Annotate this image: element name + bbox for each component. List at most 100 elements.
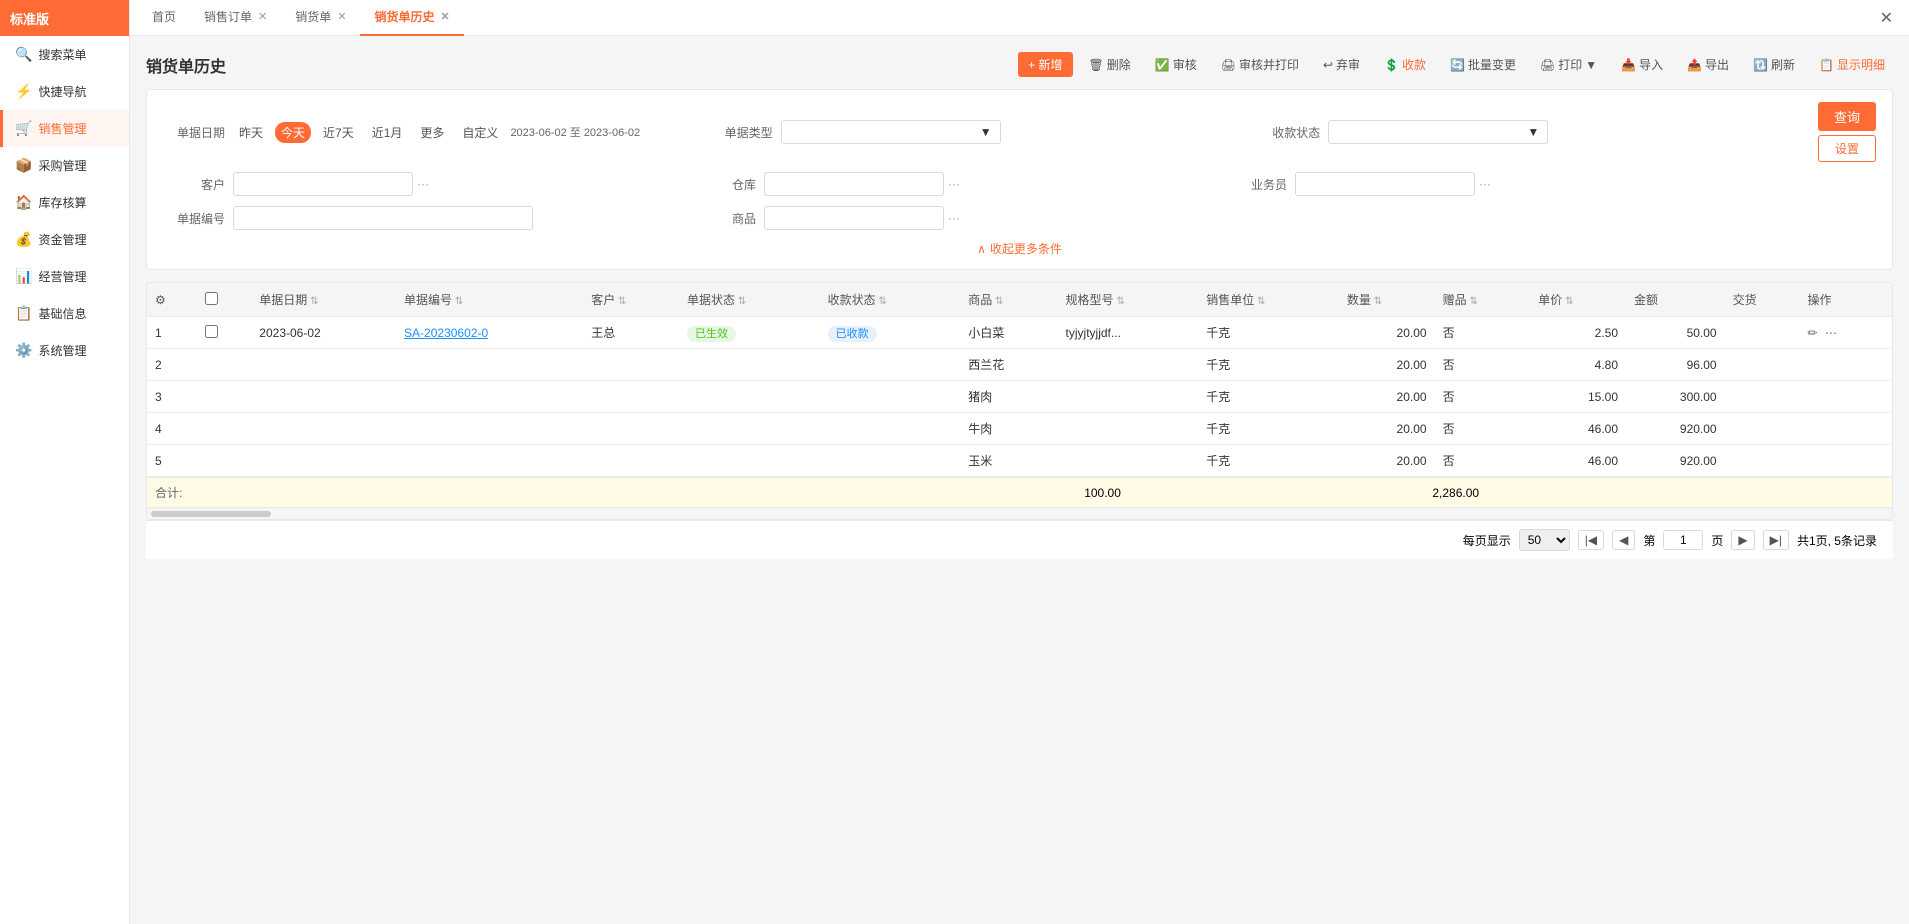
col-goods[interactable]: 商品: [960, 283, 1057, 317]
salesman-label: 业务员: [1225, 176, 1295, 193]
goods-input[interactable]: [764, 206, 944, 230]
col-qty[interactable]: 数量: [1339, 283, 1435, 317]
tab-sales-goods[interactable]: 销货单 ✕: [281, 0, 360, 36]
cell-collect-status: [820, 381, 961, 413]
cell-amount: 50.00: [1626, 317, 1725, 349]
sidebar-item-inventory[interactable]: 🏠 库存核算: [0, 184, 129, 221]
collect-status-select[interactable]: ▼: [1328, 120, 1548, 144]
date-7days[interactable]: 近7天: [317, 122, 360, 143]
refresh-icon: 🔃: [1753, 58, 1768, 72]
col-settings[interactable]: ⚙: [147, 283, 197, 317]
warehouse-label: 仓库: [694, 176, 764, 193]
cell-amount: 96.00: [1626, 349, 1725, 381]
date-today[interactable]: 今天: [275, 122, 311, 143]
goods-dots[interactable]: ···: [948, 211, 960, 225]
horizontal-scrollbar[interactable]: [147, 507, 1892, 519]
print-button[interactable]: 🖨 打印 ▼: [1532, 52, 1605, 77]
warehouse-input[interactable]: [764, 172, 944, 196]
col-spec[interactable]: 规格型号: [1058, 283, 1199, 317]
date-custom[interactable]: 自定义: [456, 122, 504, 143]
doc-no-input[interactable]: [233, 206, 533, 230]
export-button[interactable]: 📤 导出: [1679, 52, 1737, 77]
show-detail-icon: 📋: [1819, 58, 1834, 72]
query-button[interactable]: 查询: [1818, 102, 1876, 131]
prev-page-button[interactable]: ◀: [1612, 530, 1635, 550]
audit-button[interactable]: ✅ 审核: [1147, 52, 1205, 77]
tab-sales-history[interactable]: 销货单历史 ✕: [360, 0, 463, 36]
col-gift[interactable]: 赠品: [1435, 283, 1531, 317]
salesman-input[interactable]: [1295, 172, 1475, 196]
page-size-label: 每页显示: [1463, 532, 1511, 549]
warehouse-dots[interactable]: ···: [948, 177, 960, 191]
sidebar-item-finance[interactable]: 💰 资金管理: [0, 221, 129, 258]
sidebar-item-system[interactable]: ⚙️ 系统管理: [0, 332, 129, 369]
page-size-select[interactable]: 50 100 200: [1519, 529, 1570, 551]
cell-checkbox[interactable]: [197, 317, 251, 349]
next-page-button[interactable]: ▶: [1731, 530, 1754, 550]
customer-dots[interactable]: ···: [417, 177, 429, 191]
cell-no: [396, 381, 583, 413]
select-all-checkbox[interactable]: [205, 292, 218, 305]
page-number-input[interactable]: [1663, 530, 1703, 550]
sidebar-item-operation[interactable]: 📊 经营管理: [0, 258, 129, 295]
sidebar-item-search[interactable]: 🔍 搜索菜单: [0, 36, 129, 73]
doc-no-link[interactable]: SA-20230602-0: [404, 326, 488, 340]
cell-no: [396, 445, 583, 477]
sidebar-item-shortcut[interactable]: ⚡ 快捷导航: [0, 73, 129, 110]
tab-sales-order-label: 销售订单: [204, 8, 252, 25]
cell-date: [251, 413, 396, 445]
show-detail-button[interactable]: 📋 显示明细: [1811, 52, 1893, 77]
sidebar-item-basic[interactable]: 📋 基础信息: [0, 295, 129, 332]
batch-change-button[interactable]: 🔄 批量变更: [1442, 52, 1524, 77]
settings-button[interactable]: 设置: [1818, 135, 1876, 162]
date-1month[interactable]: 近1月: [366, 122, 409, 143]
col-price[interactable]: 单价: [1530, 283, 1626, 317]
row-checkbox[interactable]: [205, 325, 218, 338]
date-group: 昨天 今天 近7天 近1月 更多 自定义 2023-06-02 至 2023-0…: [233, 122, 640, 143]
col-unit[interactable]: 销售单位: [1198, 283, 1339, 317]
col-checkbox[interactable]: [197, 283, 251, 317]
doc-no-label: 单据编号: [163, 210, 233, 227]
edit-icon[interactable]: ✏: [1807, 326, 1817, 340]
tab-sales-order-close[interactable]: ✕: [258, 10, 267, 23]
last-page-button[interactable]: ▶|: [1763, 530, 1789, 550]
sidebar-item-label: 资金管理: [38, 231, 86, 248]
main-content: 首页 销售订单 ✕ 销货单 ✕ 销货单历史 ✕ ✕ 销货单历史 + 新增 🗑 删…: [130, 0, 1909, 924]
tab-sales-goods-close[interactable]: ✕: [337, 10, 346, 23]
system-icon: ⚙️: [15, 342, 32, 359]
doc-type-select[interactable]: ▼: [781, 120, 1001, 144]
sidebar-item-sales[interactable]: 🛒 销售管理: [0, 110, 129, 147]
cell-action[interactable]: ✏ ⋯: [1799, 317, 1892, 349]
more-icon[interactable]: ⋯: [1825, 326, 1837, 340]
cell-checkbox: [197, 381, 251, 413]
data-table: ⚙ 单据日期 单据编号 客户 单据状态 收款状态 商品 规格型号 销售单位 数量…: [147, 283, 1892, 477]
close-all-button[interactable]: ✕: [1872, 8, 1901, 28]
refresh-button[interactable]: 🔃 刷新: [1745, 52, 1803, 77]
col-no[interactable]: 单据编号: [396, 283, 583, 317]
first-page-button[interactable]: |◀: [1578, 530, 1604, 550]
customer-input[interactable]: [233, 172, 413, 196]
col-collect-status[interactable]: 收款状态: [820, 283, 961, 317]
tab-sales-history-close[interactable]: ✕: [441, 10, 450, 23]
cell-price: 46.00: [1530, 445, 1626, 477]
cell-no[interactable]: SA-20230602-0: [396, 317, 583, 349]
audit-print-button[interactable]: 🖨 审核并打印: [1213, 52, 1307, 77]
collect-button[interactable]: 💲 收款: [1376, 52, 1434, 77]
date-more[interactable]: 更多: [414, 122, 450, 143]
collapse-button[interactable]: ∧ 收起更多条件: [163, 240, 1876, 257]
delete-button[interactable]: 🗑 删除: [1081, 52, 1139, 77]
date-yesterday[interactable]: 昨天: [233, 122, 269, 143]
import-button[interactable]: 📥 导入: [1613, 52, 1671, 77]
abandon-button[interactable]: ↩ 弃审: [1315, 52, 1368, 77]
new-button[interactable]: + 新增: [1018, 52, 1072, 77]
col-doc-status[interactable]: 单据状态: [679, 283, 820, 317]
col-customer[interactable]: 客户: [583, 283, 679, 317]
cell-doc-status: [679, 413, 820, 445]
sidebar-item-purchase[interactable]: 📦 采购管理: [0, 147, 129, 184]
operation-icon: 📊: [15, 268, 32, 285]
salesman-dots[interactable]: ···: [1479, 177, 1491, 191]
tab-sales-order[interactable]: 销售订单 ✕: [190, 0, 281, 36]
col-date[interactable]: 单据日期: [251, 283, 396, 317]
cell-customer: [583, 413, 679, 445]
tab-home[interactable]: 首页: [138, 0, 190, 36]
